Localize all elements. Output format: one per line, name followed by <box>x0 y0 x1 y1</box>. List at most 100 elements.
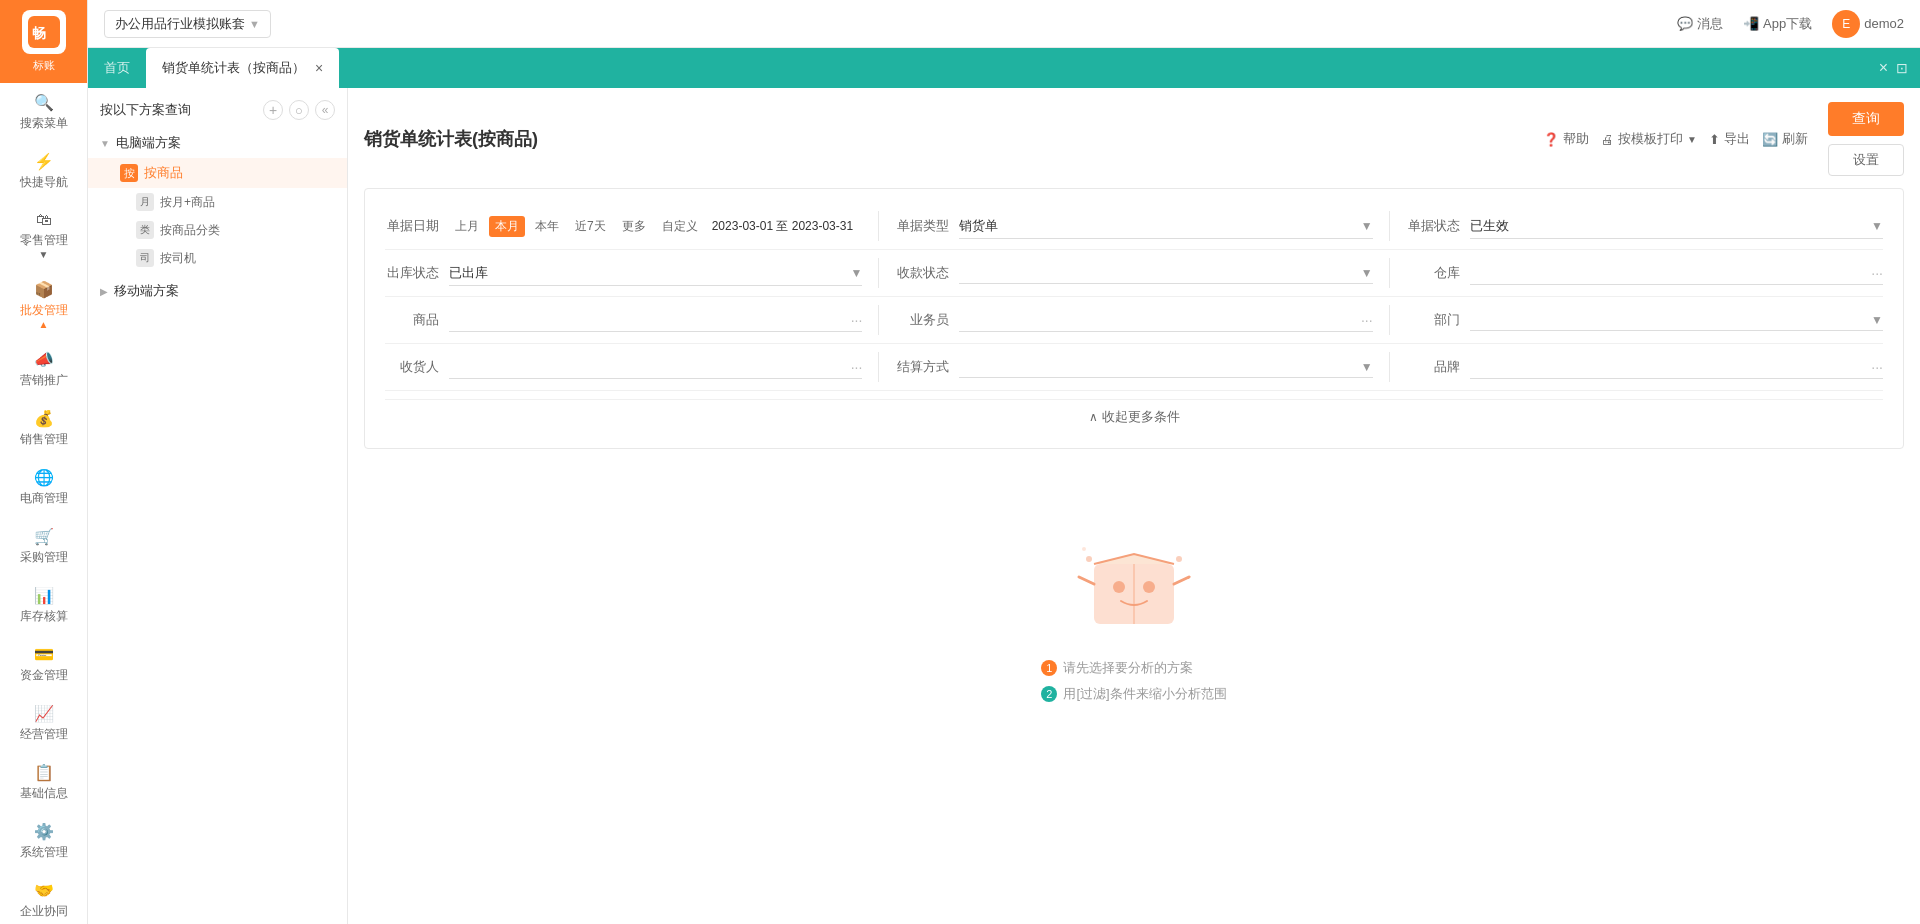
brand-input[interactable]: ··· <box>1470 356 1883 379</box>
receiver-input[interactable]: ··· <box>449 356 862 379</box>
dept-label: 部门 <box>1406 311 1470 329</box>
export-label: 导出 <box>1724 130 1750 148</box>
maximize-icon[interactable]: ⊡ <box>1896 60 1908 76</box>
collapse-panel-icon[interactable]: « <box>315 100 335 120</box>
sidebar-item-wholesale[interactable]: 📦 批发管理 ▲ <box>0 270 87 340</box>
tabbar: 首页 销货单统计表（按商品） × × ⊡ <box>88 48 1920 88</box>
sidebar-item-search[interactable]: 🔍 搜索菜单 <box>0 83 87 142</box>
add-scheme-icon[interactable]: + <box>263 100 283 120</box>
sidebar-item-cooperation-label: 企业协同 <box>20 903 68 920</box>
message-label: 消息 <box>1697 15 1723 33</box>
date-tab-7days[interactable]: 近7天 <box>569 216 612 237</box>
message-btn[interactable]: 💬 消息 <box>1677 15 1723 33</box>
svg-point-7 <box>1176 556 1182 562</box>
app-download-btn[interactable]: 📲 App下载 <box>1743 15 1812 33</box>
logo-area[interactable]: 畅 标账 <box>0 0 87 83</box>
sidebar-item-base[interactable]: 📋 基础信息 <box>0 753 87 812</box>
receiver-filter: 收货人 ··· <box>385 356 862 379</box>
staff-dots[interactable]: ··· <box>1361 312 1373 328</box>
date-tab-custom[interactable]: 自定义 <box>656 216 704 237</box>
close-window-icon[interactable]: × <box>1879 59 1888 77</box>
storage-dots[interactable]: ··· <box>1871 265 1883 281</box>
print-label: 按模板打印 <box>1618 130 1683 148</box>
sidebar-item-retail[interactable]: 🛍 零售管理 ▼ <box>0 201 87 270</box>
sidebar-item-cooperation[interactable]: 🤝 企业协同 <box>0 871 87 924</box>
tab-report[interactable]: 销货单统计表（按商品） × <box>146 48 339 88</box>
sidebar-item-ecommerce[interactable]: 🌐 电商管理 <box>0 458 87 517</box>
sidebar-item-finance[interactable]: 💳 资金管理 <box>0 635 87 694</box>
scheme-item-by-goods[interactable]: 按 按商品 <box>88 158 347 188</box>
goods-dots[interactable]: ··· <box>851 312 863 328</box>
warehouse-select[interactable]: 已出库 ▼ <box>449 261 862 286</box>
type-select[interactable]: 销货单 ▼ <box>959 214 1372 239</box>
dept-select[interactable]: ▼ <box>1470 310 1883 331</box>
content-wrapper: 按以下方案查询 + ○ « ▼ 电脑端方案 按 <box>88 88 1920 924</box>
scheme-sub-item-month-goods[interactable]: 月 按月+商品 <box>88 188 347 216</box>
help-icon: ❓ <box>1543 132 1559 147</box>
finance-icon: 💳 <box>34 645 54 664</box>
date-tab-current-year[interactable]: 本年 <box>529 216 565 237</box>
refresh-icon: 🔄 <box>1762 132 1778 147</box>
scheme-sub-item-driver[interactable]: 司 按司机 <box>88 244 347 272</box>
sidebar-item-sales-label: 销售管理 <box>20 431 68 448</box>
date-tabs-container: 上月 本月 本年 近7天 更多 自定义 <box>449 216 704 237</box>
pay-method-arrow: ▼ <box>1361 360 1373 374</box>
date-range: 2023-03-01 至 2023-03-31 <box>712 218 853 235</box>
divider-1 <box>878 211 879 241</box>
staff-input[interactable]: ··· <box>959 309 1372 332</box>
left-panel: 按以下方案查询 + ○ « ▼ 电脑端方案 按 <box>88 88 348 924</box>
scheme-by-goods-icon: 按 <box>120 164 138 182</box>
sidebar-item-finance-label: 资金管理 <box>20 667 68 684</box>
date-tab-prev-month[interactable]: 上月 <box>449 216 485 237</box>
print-btn[interactable]: 🖨 按模板打印 ▼ <box>1601 130 1697 148</box>
goods-input[interactable]: ··· <box>449 309 862 332</box>
help-btn[interactable]: ❓ 帮助 <box>1543 130 1589 148</box>
collapse-chevron-icon: ∧ <box>1089 410 1098 424</box>
sidebar-item-quicknav[interactable]: ⚡ 快捷导航 <box>0 142 87 201</box>
base-icon: 📋 <box>34 763 54 782</box>
settings-button[interactable]: 设置 <box>1828 144 1904 176</box>
sidebar-item-quicknav-label: 快捷导航 <box>20 174 68 191</box>
scheme-sub-item-category[interactable]: 类 按商品分类 <box>88 216 347 244</box>
tab-close-icon[interactable]: × <box>315 60 323 76</box>
collapse-bar[interactable]: ∧ 收起更多条件 <box>385 399 1883 434</box>
sidebar-item-inventory[interactable]: 📊 库存核算 <box>0 576 87 635</box>
company-select[interactable]: 办公用品行业模拟账套 ▼ <box>104 10 271 38</box>
receiver-dots[interactable]: ··· <box>851 359 863 375</box>
date-tab-more[interactable]: 更多 <box>616 216 652 237</box>
sidebar-item-marketing[interactable]: 📣 营销推广 <box>0 340 87 399</box>
pay-select[interactable]: ▼ <box>959 263 1372 284</box>
edit-scheme-icon[interactable]: ○ <box>289 100 309 120</box>
brand-dots[interactable]: ··· <box>1871 359 1883 375</box>
storage-input[interactable]: ··· <box>1470 262 1883 285</box>
sidebar-menu: 🔍 搜索菜单 ⚡ 快捷导航 🛍 零售管理 ▼ 📦 批发管理 ▲ 📣 营销推广 <box>0 83 87 924</box>
sidebar-item-purchase[interactable]: 🛒 采购管理 <box>0 517 87 576</box>
date-tab-current-month[interactable]: 本月 <box>489 216 525 237</box>
refresh-btn[interactable]: 🔄 刷新 <box>1762 130 1808 148</box>
status-select[interactable]: 已生效 ▼ <box>1470 214 1883 239</box>
scheme-group-mobile-header[interactable]: ▶ 移动端方案 <box>88 276 347 306</box>
scheme-section: ▼ 电脑端方案 按 按商品 月 按月+商品 类 <box>88 128 347 306</box>
desktop-chevron-icon: ▼ <box>100 138 110 149</box>
tab-home[interactable]: 首页 <box>88 48 146 88</box>
ecommerce-icon: 🌐 <box>34 468 54 487</box>
sub-item-category-label: 按商品分类 <box>160 222 220 239</box>
sidebar-item-marketing-label: 营销推广 <box>20 372 68 389</box>
divider-5 <box>878 305 879 335</box>
sidebar-item-retail-label: 零售管理 <box>20 232 68 249</box>
svg-point-3 <box>1113 581 1125 593</box>
sidebar-item-sales[interactable]: 💰 销售管理 <box>0 399 87 458</box>
scheme-group-desktop-header[interactable]: ▼ 电脑端方案 <box>88 128 347 158</box>
export-btn[interactable]: ⬆ 导出 <box>1709 130 1750 148</box>
sidebar-item-system[interactable]: ⚙️ 系统管理 <box>0 812 87 871</box>
user-btn[interactable]: E demo2 <box>1832 10 1904 38</box>
refresh-label: 刷新 <box>1782 130 1808 148</box>
dept-arrow: ▼ <box>1871 313 1883 327</box>
empty-tip-1: 1 请先选择要分析的方案 <box>1041 655 1226 681</box>
sidebar-item-wholesale-label: 批发管理 <box>20 302 68 319</box>
query-button[interactable]: 查询 <box>1828 102 1904 136</box>
marketing-icon: 📣 <box>34 350 54 369</box>
sidebar-item-operations[interactable]: 📈 经营管理 <box>0 694 87 753</box>
pay-method-select[interactable]: ▼ <box>959 357 1372 378</box>
tip-text-1: 请先选择要分析的方案 <box>1063 655 1193 681</box>
